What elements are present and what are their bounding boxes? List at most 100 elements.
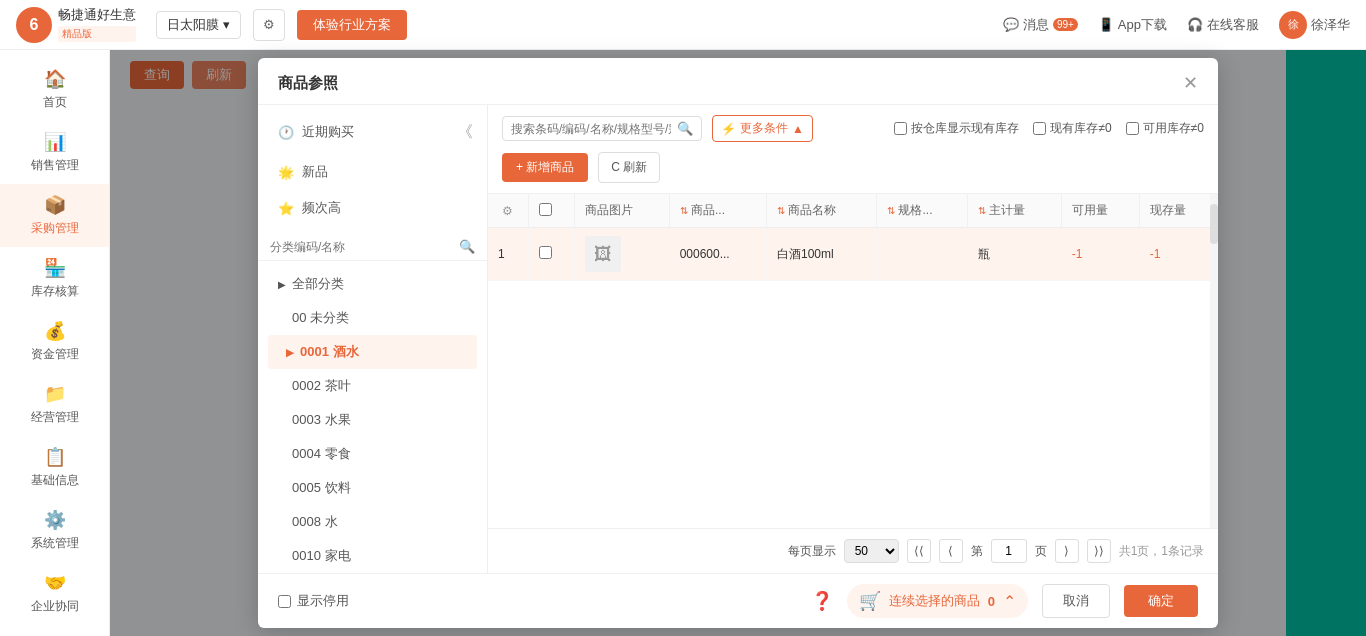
category-search-icon[interactable]: 🔍 — [459, 239, 475, 254]
category-search-row: 🔍 — [258, 233, 487, 261]
trial-button[interactable]: 体验行业方案 — [297, 10, 407, 40]
nav-selector[interactable]: 日太阳膜 ▾ — [156, 11, 241, 39]
table-row[interactable]: 1 🖼 000600... 白酒100ml 瓶 — [488, 228, 1218, 281]
sidebar: 🏠 首页 📊 销售管理 📦 采购管理 🏪 库存核算 💰 资金管理 📁 经营管理 … — [0, 50, 110, 636]
cat-item-0005[interactable]: 0005 饮料 — [268, 471, 477, 505]
cancel-button[interactable]: 取消 — [1042, 584, 1110, 618]
collapse-left-button[interactable]: 《 — [453, 118, 477, 147]
sidebar-label-management: 经营管理 — [31, 409, 79, 426]
vertical-scrollbar[interactable] — [1210, 194, 1218, 528]
product-search-box: 🔍 — [502, 116, 702, 141]
sidebar-item-purchase[interactable]: 📦 采购管理 — [0, 184, 109, 247]
col-unit[interactable]: ⇅ 主计量 — [968, 194, 1062, 228]
checkbox-warehouse-input[interactable] — [894, 122, 907, 135]
sidebar-item-finance[interactable]: 💰 资金管理 — [0, 310, 109, 373]
sidebar-label-home: 首页 — [43, 94, 67, 111]
left-tab-recent[interactable]: 🕐 近期购买 — [268, 115, 364, 149]
scrollbar-thumb[interactable] — [1210, 204, 1218, 244]
left-tab-frequent-label: 频次高 — [302, 199, 341, 217]
cat-item-0010[interactable]: 0010 家电 — [268, 539, 477, 563]
first-page-button[interactable]: ⟨⟨ — [907, 539, 931, 563]
col-gear[interactable]: ⚙ — [488, 194, 528, 228]
product-image: 🖼 — [585, 236, 621, 272]
app-download-label: App下载 — [1118, 16, 1167, 34]
sidebar-item-basic[interactable]: 📋 基础信息 — [0, 436, 109, 499]
sidebar-label-purchase: 采购管理 — [31, 220, 79, 237]
sidebar-item-management[interactable]: 📁 经营管理 — [0, 373, 109, 436]
app-download-item[interactable]: 📱 App下载 — [1098, 16, 1167, 34]
download-icon: 📱 — [1098, 17, 1114, 32]
row-checkbox[interactable] — [539, 246, 552, 259]
collapse-cart-button[interactable]: ⌃ — [1003, 592, 1016, 611]
user-item[interactable]: 徐 徐泽华 — [1279, 11, 1350, 39]
left-panel: 🕐 近期购买 《 🌟 新品 ⭐ 频次高 — [258, 105, 488, 573]
product-toolbar: 🔍 ⚡ 更多条件 ▲ 按仓库显示现有库存 — [488, 105, 1218, 194]
online-service-item[interactable]: 🎧 在线客服 — [1187, 16, 1259, 34]
row-name: 白酒100ml — [767, 228, 877, 281]
next-page-button[interactable]: ⟩ — [1055, 539, 1079, 563]
total-info: 共1页，1条记录 — [1119, 543, 1204, 560]
show-disabled-checkbox[interactable]: 显示停用 — [278, 592, 349, 610]
cat-item-0003[interactable]: 0003 水果 — [268, 403, 477, 437]
prev-page-button[interactable]: ⟨ — [939, 539, 963, 563]
col-name[interactable]: ⇅ 商品名称 — [767, 194, 877, 228]
product-search-input[interactable] — [511, 122, 671, 136]
row-code: 000600... — [669, 228, 766, 281]
cat-item-0004[interactable]: 0004 零食 — [268, 437, 477, 471]
checkbox-warehouse[interactable]: 按仓库显示现有库存 — [894, 120, 1019, 137]
arrow-icon: ▶ — [278, 279, 286, 290]
cart-label: 连续选择的商品 — [889, 592, 980, 610]
add-product-button[interactable]: + 新增商品 — [502, 153, 588, 182]
page-number-input[interactable] — [991, 539, 1027, 563]
sidebar-item-sales[interactable]: 📊 销售管理 — [0, 121, 109, 184]
right-panel: 🔍 ⚡ 更多条件 ▲ 按仓库显示现有库存 — [488, 105, 1218, 573]
checkbox-row: 按仓库显示现有库存 现有库存≠0 可用库存≠0 — [894, 120, 1204, 137]
col-stock: 现存量 — [1139, 194, 1217, 228]
col-spec[interactable]: ⇅ 规格... — [877, 194, 968, 228]
row-unit: 瓶 — [968, 228, 1062, 281]
col-img: 商品图片 — [575, 194, 670, 228]
show-disabled-input[interactable] — [278, 595, 291, 608]
row-stock: -1 — [1139, 228, 1217, 281]
top-right: 💬 消息 99+ 📱 App下载 🎧 在线客服 徐 徐泽华 — [1003, 11, 1350, 39]
modal-close-button[interactable]: ✕ — [1183, 72, 1198, 94]
help-icon[interactable]: ❓ — [811, 590, 833, 612]
message-label: 消息 — [1023, 16, 1049, 34]
cat-label-0001: 0001 酒水 — [300, 343, 359, 361]
sort-icon-unit: ⇅ — [978, 205, 986, 216]
cat-item-all[interactable]: ▶ 全部分类 — [268, 267, 477, 301]
last-page-button[interactable]: ⟩⟩ — [1087, 539, 1111, 563]
per-page-select[interactable]: 50 10 20 100 — [844, 539, 899, 563]
cat-item-0002[interactable]: 0002 茶叶 — [268, 369, 477, 403]
select-all-checkbox[interactable] — [539, 203, 552, 216]
cat-label-0010: 0010 家电 — [292, 547, 351, 563]
sidebar-item-home[interactable]: 🏠 首页 — [0, 58, 109, 121]
sidebar-item-enterprise[interactable]: 🤝 企业协同 — [0, 562, 109, 625]
search-icon[interactable]: 🔍 — [677, 121, 693, 136]
sidebar-item-inventory[interactable]: 🏪 库存核算 — [0, 247, 109, 310]
filter-button[interactable]: ⚡ 更多条件 ▲ — [712, 115, 813, 142]
selected-count: 0 — [988, 594, 995, 609]
sidebar-item-system[interactable]: ⚙️ 系统管理 — [0, 499, 109, 562]
left-tab-new[interactable]: 🌟 新品 — [268, 155, 477, 189]
headset-icon: 🎧 — [1187, 17, 1203, 32]
cat-label-0004: 0004 零食 — [292, 445, 351, 463]
left-tab-frequent[interactable]: ⭐ 频次高 — [268, 191, 477, 225]
row-check[interactable] — [528, 228, 575, 281]
confirm-button[interactable]: 确定 — [1124, 585, 1198, 617]
sales-icon: 📊 — [44, 131, 66, 153]
filter-label: 更多条件 — [740, 120, 788, 137]
checkbox-available-neq-input[interactable] — [1126, 122, 1139, 135]
category-search-input[interactable] — [270, 240, 453, 254]
gear-button[interactable]: ⚙ — [253, 9, 285, 41]
cat-item-00[interactable]: 00 未分类 — [268, 301, 477, 335]
cat-item-0001[interactable]: ▶ 0001 酒水 — [268, 335, 477, 369]
sidebar-item-guide[interactable]: 📖 新手引导 — [0, 625, 109, 636]
checkbox-stock-neq-input[interactable] — [1033, 122, 1046, 135]
checkbox-available-neq[interactable]: 可用库存≠0 — [1126, 120, 1204, 137]
checkbox-stock-neq[interactable]: 现有库存≠0 — [1033, 120, 1111, 137]
col-code[interactable]: ⇅ 商品... — [669, 194, 766, 228]
refresh-button[interactable]: C 刷新 — [598, 152, 660, 183]
cat-item-0008[interactable]: 0008 水 — [268, 505, 477, 539]
message-item[interactable]: 💬 消息 99+ — [1003, 16, 1078, 34]
